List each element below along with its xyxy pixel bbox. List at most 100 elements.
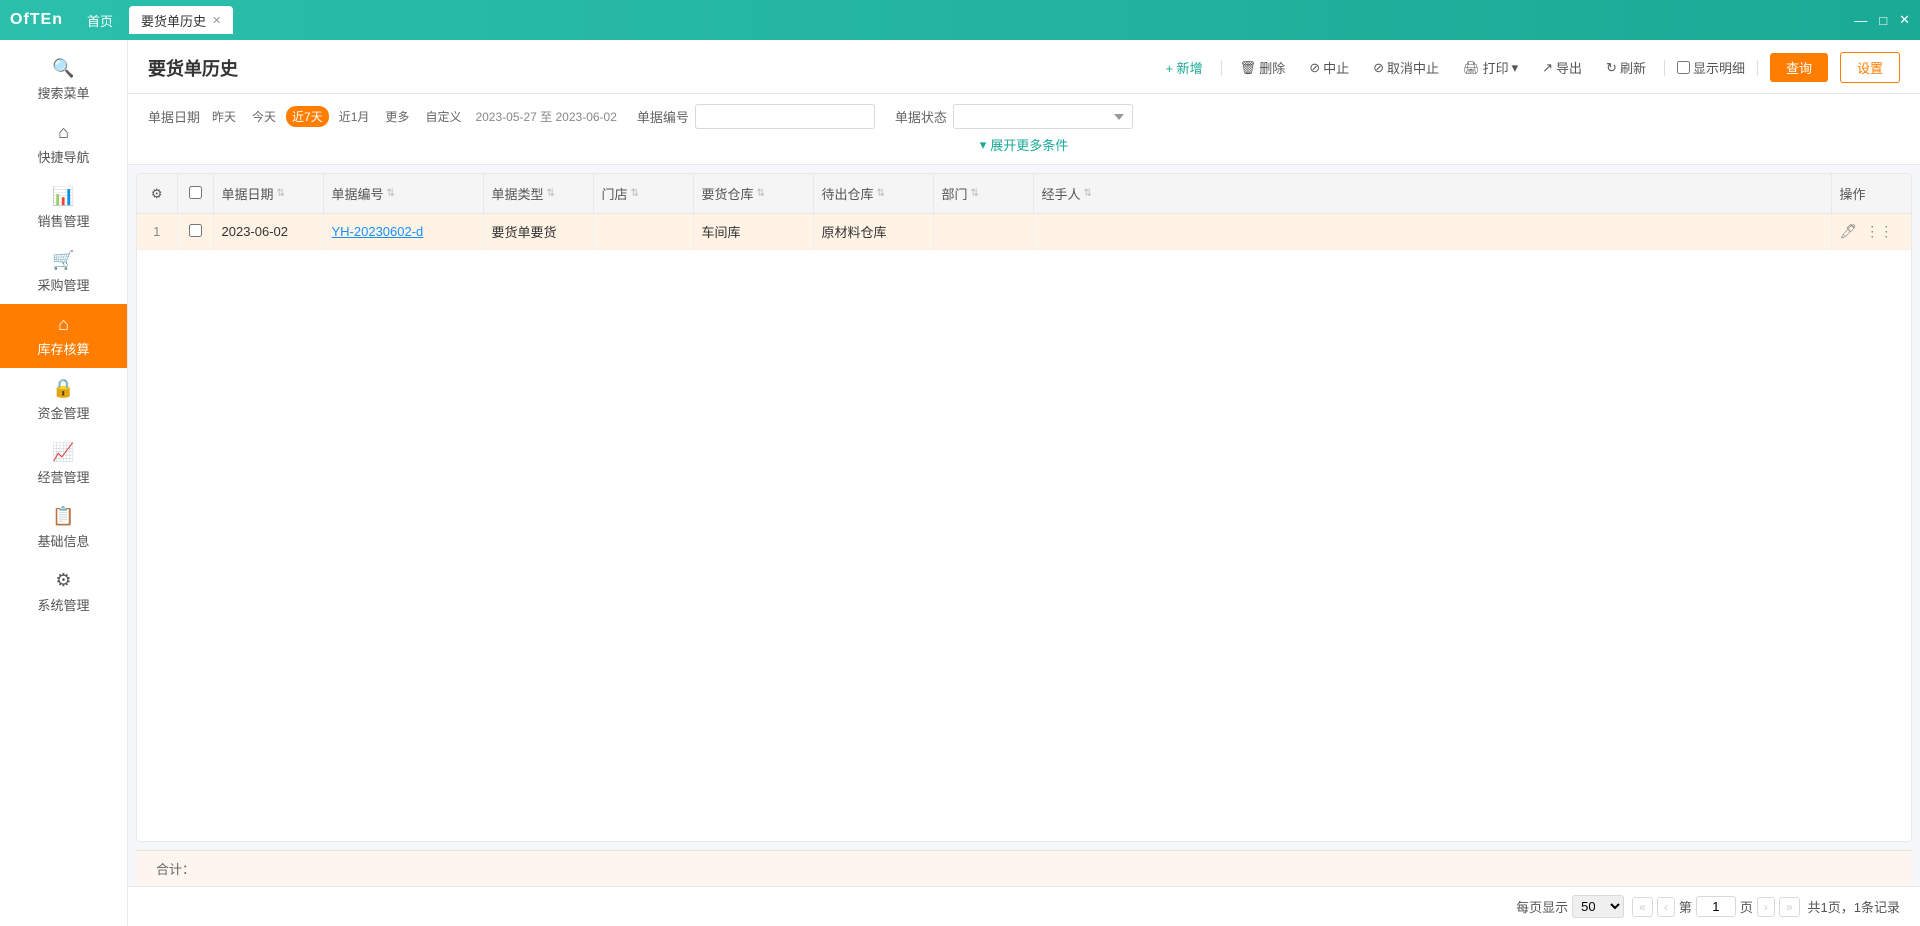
sort-store-icon: ⇅ — [631, 189, 639, 199]
date-btn-yesterday[interactable]: 昨天 — [206, 106, 242, 127]
print-icon: 🖨 — [1463, 60, 1480, 76]
close-tab-icon[interactable]: ✕ — [212, 14, 221, 27]
window-close-btn[interactable]: ✕ — [1899, 12, 1910, 28]
ops-mgmt-icon: 📈 — [52, 442, 74, 463]
first-page-btn[interactable]: « — [1632, 897, 1653, 917]
sidebar-item-search-menu-label: 搜索菜单 — [37, 83, 89, 102]
doc-number-input[interactable] — [695, 104, 875, 129]
th-type[interactable]: 单据类型 ⇅ — [483, 174, 593, 214]
export-btn-label: 导出 — [1556, 58, 1582, 77]
page-header: 要货单历史 + 新增 🗑 删除 ⊘ 中止 — [128, 40, 1920, 94]
date-btn-today[interactable]: 今天 — [246, 106, 282, 127]
sidebar: 🔍 搜索菜单 ⌂ 快捷导航 📊 销售管理 🛒 采购管理 ⌂ 库存核算 🔒 资金管… — [0, 40, 128, 926]
refresh-button[interactable]: ↻ 刷新 — [1600, 54, 1652, 81]
td-req-warehouse: 车间库 — [693, 214, 813, 250]
filter-item-doc-number: 单据编号 — [637, 104, 875, 129]
purchase-mgmt-icon: 🛒 — [52, 250, 74, 271]
page-size-select[interactable]: 20 50 100 — [1572, 895, 1624, 918]
row-date-text: 2023-06-02 — [222, 224, 289, 239]
settings-btn-label: 设置 — [1857, 58, 1883, 77]
th-handler-label: 经手人 — [1042, 184, 1081, 203]
next-page-btn[interactable]: › — [1757, 897, 1775, 917]
brand-logo: OfTEn — [10, 11, 63, 29]
sidebar-item-finance-mgmt-label: 资金管理 — [37, 403, 89, 422]
sidebar-item-ops-mgmt[interactable]: 📈 经营管理 — [0, 432, 127, 496]
date-btn-custom[interactable]: 自定义 — [419, 106, 467, 127]
row-more-icon[interactable]: ⋮⋮ — [1865, 223, 1893, 240]
basic-info-icon: 📋 — [52, 506, 74, 527]
cancel-stop-btn-label: 取消中止 — [1387, 58, 1439, 77]
sidebar-item-quick-nav-label: 快捷导航 — [37, 147, 89, 166]
sidebar-item-sales-mgmt[interactable]: 📊 销售管理 — [0, 176, 127, 240]
query-button[interactable]: 查询 — [1770, 53, 1828, 82]
action-icons: 🖊 ⋮⋮ — [1840, 223, 1904, 240]
sidebar-item-inventory[interactable]: ⌂ 库存核算 — [0, 304, 127, 368]
display-detail-checkbox[interactable]: 显示明细 — [1677, 58, 1745, 77]
row-edit-icon[interactable]: 🖊 — [1840, 223, 1858, 240]
table-container[interactable]: ⚙ 单据日期 ⇅ — [136, 173, 1912, 842]
th-department[interactable]: 部门 ⇅ — [933, 174, 1033, 214]
date-btn-more[interactable]: 更多 — [379, 106, 415, 127]
quick-nav-icon: ⌂ — [58, 122, 69, 143]
page-suffix-label: 页 — [1740, 897, 1753, 916]
td-checkbox — [177, 214, 213, 250]
new-button[interactable]: + 新增 — [1159, 54, 1208, 81]
stop-button[interactable]: ⊘ 中止 — [1303, 54, 1355, 81]
th-store[interactable]: 门店 ⇅ — [593, 174, 693, 214]
row-checkbox[interactable] — [189, 224, 202, 237]
status-select[interactable] — [953, 104, 1133, 129]
page-label-go: 第 — [1679, 897, 1692, 916]
page-title: 要货单历史 — [148, 55, 238, 81]
sidebar-item-sales-mgmt-label: 销售管理 — [37, 211, 89, 230]
toolbar-divider-1 — [1221, 60, 1222, 76]
row-num-text: 1 — [153, 224, 160, 239]
maximize-btn[interactable]: □ — [1879, 13, 1887, 28]
td-pending-warehouse: 原材料仓库 — [813, 214, 933, 250]
expand-more-btn[interactable]: ▾ 展开更多条件 — [148, 135, 1900, 154]
tab-home[interactable]: 首页 — [75, 6, 125, 34]
minimize-btn[interactable]: — — [1854, 13, 1867, 28]
th-settings[interactable]: ⚙ — [137, 174, 177, 214]
th-handler[interactable]: 经手人 ⇅ — [1033, 174, 1831, 214]
td-number: YH-20230602-d — [323, 214, 483, 250]
sidebar-item-system-mgmt[interactable]: ⚙ 系统管理 — [0, 560, 127, 624]
th-req-warehouse[interactable]: 要货仓库 ⇅ — [693, 174, 813, 214]
main-layout: 🔍 搜索菜单 ⌂ 快捷导航 📊 销售管理 🛒 采购管理 ⌂ 库存核算 🔒 资金管… — [0, 40, 1920, 926]
th-pending-warehouse[interactable]: 待出仓库 ⇅ — [813, 174, 933, 214]
prev-page-btn[interactable]: ‹ — [1657, 897, 1675, 917]
query-btn-label: 查询 — [1786, 58, 1812, 77]
sidebar-item-purchase-mgmt[interactable]: 🛒 采购管理 — [0, 240, 127, 304]
cancel-stop-button[interactable]: ⊘ 取消中止 — [1367, 54, 1445, 81]
tab-requisition-history[interactable]: 要货单历史 ✕ — [129, 6, 233, 34]
page-number-input[interactable] — [1696, 896, 1736, 917]
toolbar: + 新增 🗑 删除 ⊘ 中止 ⊘ 取消中止 — [1159, 52, 1900, 83]
row-type-text: 要货单要货 — [492, 225, 557, 240]
sidebar-item-finance-mgmt[interactable]: 🔒 资金管理 — [0, 368, 127, 432]
date-btn-7days[interactable]: 近7天 — [286, 106, 329, 127]
th-date[interactable]: 单据日期 ⇅ — [213, 174, 323, 214]
filter-area: 单据日期 昨天 今天 近7天 近1月 更多 自定义 2023-05-27 至 2… — [128, 94, 1920, 165]
export-button[interactable]: ↗ 导出 — [1536, 54, 1588, 81]
td-department — [933, 214, 1033, 250]
delete-button[interactable]: 🗑 删除 — [1234, 54, 1292, 81]
sidebar-item-search-menu[interactable]: 🔍 搜索菜单 — [0, 48, 127, 112]
print-button[interactable]: 🖨 打印 ▾ — [1457, 54, 1524, 81]
page-content: 要货单历史 + 新增 🗑 删除 ⊘ 中止 — [128, 40, 1920, 926]
row-number-link[interactable]: YH-20230602-d — [332, 224, 424, 239]
sidebar-item-basic-info[interactable]: 📋 基础信息 — [0, 496, 127, 560]
toolbar-divider-3 — [1757, 60, 1758, 76]
th-req-warehouse-label: 要货仓库 — [702, 184, 754, 203]
page-total-text: 共1页，1条记录 — [1808, 897, 1900, 916]
print-btn-label: 打印 — [1483, 58, 1509, 77]
cancel-stop-icon: ⊘ — [1373, 60, 1384, 76]
th-number-label: 单据编号 — [332, 184, 384, 203]
th-action: 操作 — [1831, 174, 1911, 214]
th-number[interactable]: 单据编号 ⇅ — [323, 174, 483, 214]
settings-button[interactable]: 设置 — [1840, 52, 1900, 83]
select-all-checkbox[interactable] — [189, 186, 202, 199]
date-btn-1month[interactable]: 近1月 — [333, 106, 376, 127]
sidebar-item-quick-nav[interactable]: ⌂ 快捷导航 — [0, 112, 127, 176]
sort-number-icon: ⇅ — [387, 189, 395, 199]
display-detail-check[interactable] — [1677, 61, 1690, 74]
last-page-btn[interactable]: » — [1779, 897, 1800, 917]
